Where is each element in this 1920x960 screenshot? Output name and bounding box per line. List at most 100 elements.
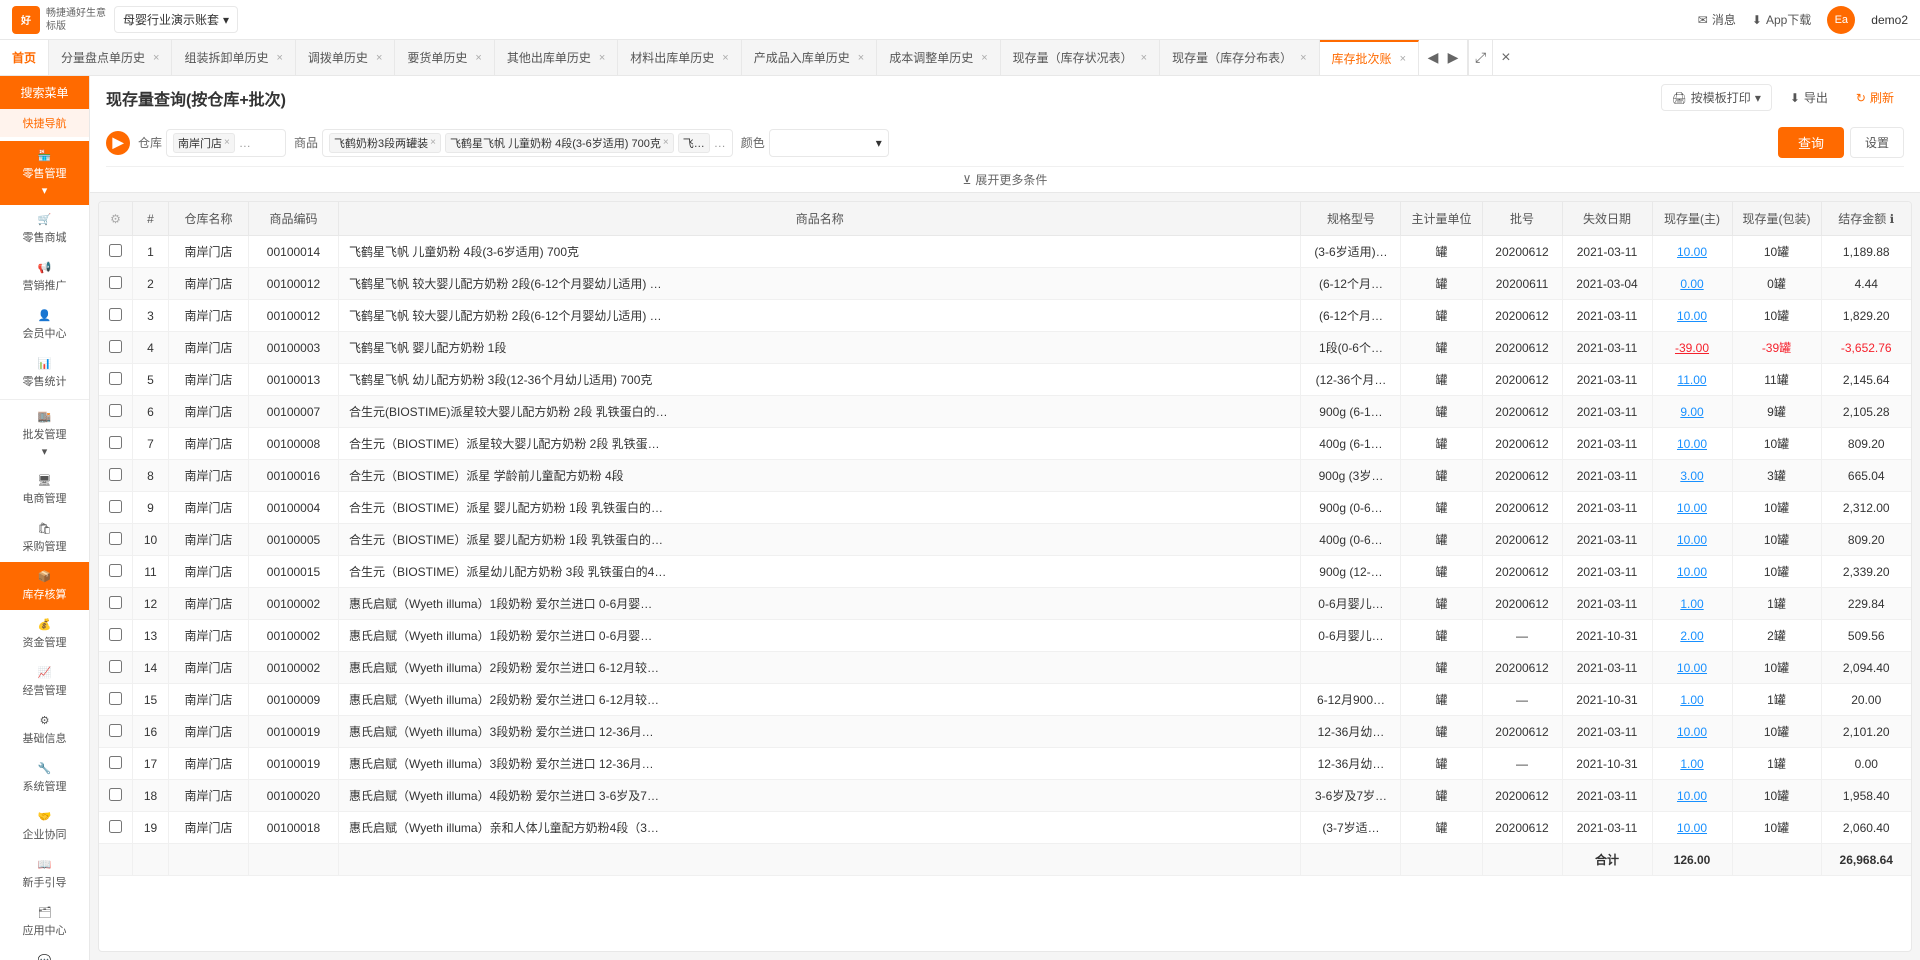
close-tab-8[interactable]: ×	[1141, 52, 1147, 64]
row-checkbox[interactable]	[99, 524, 133, 556]
sidebar-item-quick-nav[interactable]: 快捷导航	[0, 109, 89, 137]
close-tab-3[interactable]: ×	[475, 52, 481, 64]
close-tab-0[interactable]: ×	[153, 52, 159, 64]
settings-icon[interactable]: ⚙	[110, 212, 121, 226]
btn-export[interactable]: ⬇ 导出	[1780, 85, 1838, 110]
sidebar-item-guide[interactable]: 📖 新手引导	[0, 850, 89, 898]
row-checkbox[interactable]	[99, 428, 133, 460]
sidebar-item-retail-mall[interactable]: 🛒 零售商城	[0, 205, 89, 253]
warehouse-tag-0[interactable]: 南岸门店 ×	[173, 133, 235, 153]
row-qty-main[interactable]: 2.00	[1652, 620, 1732, 652]
warehouse-tags[interactable]: 南岸门店 × …	[166, 129, 286, 157]
sidebar-item-collab[interactable]: 🤝 企业协同	[0, 802, 89, 850]
message-btn[interactable]: ✉ 消息	[1698, 11, 1736, 28]
btn-query[interactable]: 查询	[1778, 127, 1844, 158]
row-qty-main[interactable]: 0.00	[1652, 268, 1732, 300]
app-download-btn[interactable]: ⬇ App下载	[1752, 11, 1811, 28]
product-tag-1[interactable]: 飞鹤星飞帆 儿童奶粉 4段(3-6岁适用) 700克 ×	[445, 133, 674, 153]
nav-tab-4[interactable]: 其他出库单历史 ×	[495, 40, 618, 76]
row-qty-main[interactable]: 10.00	[1652, 524, 1732, 556]
close-tab-10[interactable]: ×	[1400, 53, 1406, 65]
row-checkbox[interactable]	[99, 780, 133, 812]
close-tab-7[interactable]: ×	[981, 52, 987, 64]
sidebar-item-marketing[interactable]: 📢 营销推广	[0, 253, 89, 301]
row-checkbox[interactable]	[99, 588, 133, 620]
nav-arrow-right[interactable]: ▶	[1443, 48, 1463, 68]
color-dropdown[interactable]: ▾	[769, 129, 889, 157]
sidebar-item-inventory[interactable]: 📦 库存核算	[0, 562, 89, 610]
row-checkbox[interactable]	[99, 460, 133, 492]
nav-tab-10[interactable]: 库存批次账 ×	[1320, 40, 1419, 76]
row-qty-main[interactable]: 10.00	[1652, 236, 1732, 268]
row-checkbox[interactable]	[99, 364, 133, 396]
nav-arrow-left[interactable]: ◀	[1423, 48, 1443, 68]
nav-tab-8[interactable]: 现存量（库存状况表） ×	[1001, 40, 1160, 76]
avatar[interactable]: Ea	[1827, 6, 1855, 34]
nav-tab-2[interactable]: 调拨单历史 ×	[296, 40, 395, 76]
nav-tab-6[interactable]: 产成品入库单历史 ×	[742, 40, 877, 76]
row-checkbox[interactable]	[99, 300, 133, 332]
nav-tab-9[interactable]: 现存量（库存分布表） ×	[1160, 40, 1319, 76]
row-qty-main[interactable]: 11.00	[1652, 364, 1732, 396]
sidebar-item-retail-stats[interactable]: 📊 零售统计	[0, 349, 89, 397]
btn-settings-filter[interactable]: 设置	[1850, 127, 1904, 158]
product-tag-more[interactable]: 飞…	[678, 133, 710, 153]
row-checkbox[interactable]	[99, 332, 133, 364]
sidebar-item-operations[interactable]: 📈 经营管理	[0, 658, 89, 706]
row-checkbox[interactable]	[99, 268, 133, 300]
warehouse-tag-close-0[interactable]: ×	[224, 137, 230, 148]
row-qty-main[interactable]: 9.00	[1652, 396, 1732, 428]
sidebar-item-retail[interactable]: 🏪 零售管理 ▾	[0, 141, 89, 205]
row-qty-main[interactable]: 10.00	[1652, 556, 1732, 588]
row-checkbox[interactable]	[99, 748, 133, 780]
nav-tab-7[interactable]: 成本调整单历史 ×	[877, 40, 1000, 76]
btn-refresh[interactable]: ↻ 刷新	[1846, 85, 1904, 110]
col-checkbox[interactable]: ⚙	[99, 202, 133, 236]
product-tag-0[interactable]: 飞鹤奶粉3段两罐装 ×	[329, 133, 441, 153]
row-checkbox[interactable]	[99, 556, 133, 588]
sidebar-item-system[interactable]: 🔧 系统管理	[0, 754, 89, 802]
sidebar-item-basics[interactable]: ⚙ 基础信息	[0, 706, 89, 754]
row-qty-main[interactable]: 10.00	[1652, 652, 1732, 684]
close-tab-6[interactable]: ×	[858, 52, 864, 64]
product-more-btn[interactable]: …	[714, 136, 726, 150]
row-qty-main[interactable]: 3.00	[1652, 460, 1732, 492]
row-qty-main[interactable]: 1.00	[1652, 588, 1732, 620]
row-checkbox[interactable]	[99, 812, 133, 844]
btn-template-print[interactable]: 🖨 按模板打印 ▾	[1661, 84, 1772, 111]
account-dropdown[interactable]: 母婴行业演示账套 ▾	[114, 6, 238, 33]
nav-tab-1[interactable]: 组装拆卸单历史 ×	[172, 40, 295, 76]
row-qty-main[interactable]: -39.00	[1652, 332, 1732, 364]
nav-tab-home[interactable]: 首页	[0, 40, 49, 76]
row-qty-main[interactable]: 10.00	[1652, 492, 1732, 524]
sidebar-item-finance[interactable]: 💰 资金管理	[0, 610, 89, 658]
sidebar-item-purchase[interactable]: 🛍 采购管理	[0, 514, 89, 562]
sidebar-item-appcenter[interactable]: 🗂 应用中心	[0, 898, 89, 946]
row-checkbox[interactable]	[99, 684, 133, 716]
nav-tab-5[interactable]: 材料出库单历史 ×	[618, 40, 741, 76]
product-tags[interactable]: 飞鹤奶粉3段两罐装 × 飞鹤星飞帆 儿童奶粉 4段(3-6岁适用) 700克 ×…	[322, 129, 733, 157]
row-qty-main[interactable]: 10.00	[1652, 716, 1732, 748]
row-checkbox[interactable]	[99, 236, 133, 268]
filter-more-btn[interactable]: …	[239, 136, 251, 150]
close-tab-9[interactable]: ×	[1300, 52, 1306, 64]
row-checkbox[interactable]	[99, 620, 133, 652]
row-checkbox[interactable]	[99, 652, 133, 684]
sidebar-item-wechat[interactable]: 💬 企业微信	[0, 946, 89, 960]
close-tab-5[interactable]: ×	[722, 52, 728, 64]
nav-maximize-btn[interactable]: ⤢	[1468, 40, 1492, 76]
row-qty-main[interactable]: 10.00	[1652, 428, 1732, 460]
product-tag-close-0[interactable]: ×	[430, 137, 436, 148]
close-tab-4[interactable]: ×	[599, 52, 605, 64]
row-qty-main[interactable]: 1.00	[1652, 748, 1732, 780]
row-checkbox[interactable]	[99, 396, 133, 428]
filter-expand-btn[interactable]: ▶	[106, 131, 130, 155]
row-qty-main[interactable]: 10.00	[1652, 780, 1732, 812]
row-checkbox[interactable]	[99, 716, 133, 748]
sidebar-item-member[interactable]: 👤 会员中心	[0, 301, 89, 349]
sidebar-item-wholesale[interactable]: 🏬 批发管理 ▾	[0, 402, 89, 466]
sidebar-item-ecom[interactable]: 🖥 电商管理	[0, 466, 89, 514]
row-qty-main[interactable]: 1.00	[1652, 684, 1732, 716]
nav-tab-3[interactable]: 要货单历史 ×	[395, 40, 494, 76]
sidebar-search-btn[interactable]: 搜索菜单	[0, 76, 89, 109]
